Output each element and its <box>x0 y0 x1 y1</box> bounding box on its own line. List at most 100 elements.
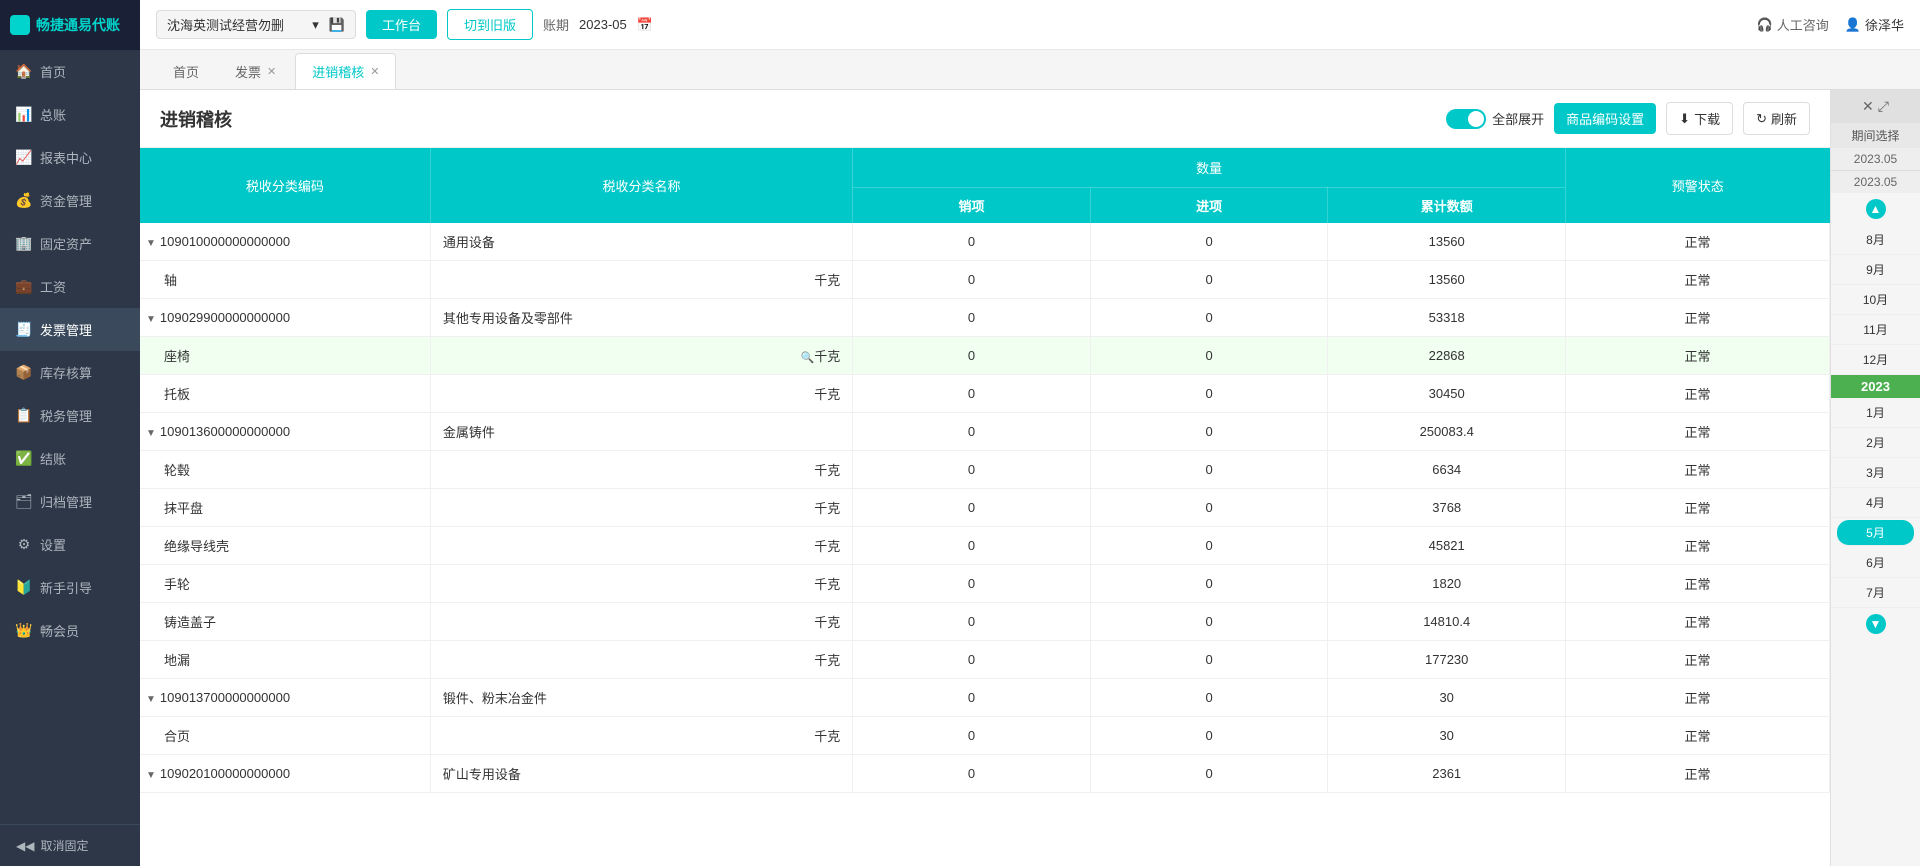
tab-reconcile[interactable]: 进销稽核 ✕ <box>295 53 396 89</box>
tab-reconcile-close[interactable]: ✕ <box>370 65 379 78</box>
user-info[interactable]: 👤 徐泽华 <box>1845 15 1904 34</box>
sidebar-item-home[interactable]: 🏠 首页 <box>0 50 140 93</box>
sidebar-item-invoice[interactable]: 🧾 发票管理 <box>0 308 140 351</box>
period-year-2023-top[interactable]: 2023.05 <box>1831 148 1920 170</box>
sidebar-item-archive[interactable]: 🗂 归档管理 <box>0 480 140 523</box>
period-year-2023-marker[interactable]: 2023 <box>1831 375 1920 398</box>
sidebar-item-settings[interactable]: ⚙ 设置 <box>0 523 140 566</box>
period-month-10[interactable]: 10月 <box>1831 285 1920 315</box>
period-month-6[interactable]: 6月 <box>1831 548 1920 578</box>
refresh-label: 刷新 <box>1771 109 1797 128</box>
period-month-2[interactable]: 2月 <box>1831 428 1920 458</box>
period-list: 2023.05 2023.05 ▲ 8月 9月 10月 11月 12月 2023… <box>1831 148 1920 866</box>
table-cell-purchase: 0 <box>1090 261 1328 299</box>
collapse-triangle[interactable]: ▼ <box>146 428 156 439</box>
company-selector[interactable]: 沈海英测试经营勿删 ▾ 💾 <box>156 10 356 39</box>
old-version-button[interactable]: 切到旧版 <box>447 9 533 40</box>
period-month-12[interactable]: 12月 <box>1831 345 1920 375</box>
sidebar-item-ledger[interactable]: 📊 总账 <box>0 93 140 136</box>
member-icon: 👑 <box>16 623 32 639</box>
sidebar-label-archive: 归档管理 <box>40 492 92 511</box>
table-cell-sales: 0 <box>853 299 1091 337</box>
period-up-button[interactable]: ▲ <box>1866 199 1886 219</box>
sidebar-item-payroll[interactable]: 💼 工资 <box>0 265 140 308</box>
period-month-1[interactable]: 1月 <box>1831 398 1920 428</box>
period-month-5[interactable]: 5月 <box>1837 520 1914 546</box>
table-row: 托板 千克 0 0 30450 正常 <box>140 375 1830 413</box>
sidebar-item-member[interactable]: 👑 畅会员 <box>0 609 140 652</box>
period-month-8[interactable]: 8月 <box>1831 225 1920 255</box>
user-icon: 👤 <box>1845 17 1861 33</box>
right-panel: ✕ ⤢ 期间选择 2023.05 2023.05 ▲ 8月 9月 10月 11月… <box>1830 90 1920 866</box>
company-name: 沈海英测试经营勿删 <box>167 15 306 34</box>
sidebar-label-ledger: 总账 <box>40 105 66 124</box>
sidebar-item-funds[interactable]: 💰 资金管理 <box>0 179 140 222</box>
collapse-triangle[interactable]: ▼ <box>146 770 156 781</box>
table-cell-purchase: 0 <box>1090 755 1328 793</box>
tax-icon: 📋 <box>16 408 32 424</box>
table-cell-total: 3768 <box>1328 489 1566 527</box>
th-tax-name: 税收分类名称 <box>430 148 852 223</box>
table-cell-name: 金属铸件 <box>430 413 852 451</box>
close-panel-icon[interactable]: ✕ <box>1862 98 1874 115</box>
th-purchase: 进项 <box>1090 188 1328 224</box>
period-title: 期间选择 <box>1831 123 1920 148</box>
invoice-icon: 🧾 <box>16 322 32 338</box>
table-cell-purchase: 0 <box>1090 565 1328 603</box>
refresh-button[interactable]: ↻ 刷新 <box>1743 102 1810 135</box>
tab-home[interactable]: 首页 <box>156 53 216 89</box>
period-month-11[interactable]: 11月 <box>1831 315 1920 345</box>
calendar-icon[interactable]: 📅 <box>637 17 653 33</box>
header-actions: 全部展开 商品编码设置 ⬇ 下载 ↻ 刷新 <box>1446 102 1810 135</box>
period-down-button[interactable]: ▼ <box>1866 614 1886 634</box>
period-month-7[interactable]: 7月 <box>1831 578 1920 608</box>
collapse-triangle[interactable]: ▼ <box>146 314 156 325</box>
collapse-triangle[interactable]: ▼ <box>146 238 156 249</box>
collapse-triangle[interactable]: ▼ <box>146 694 156 705</box>
sidebar-unpin-button[interactable]: ◀◀ 取消固定 <box>0 824 140 866</box>
workbench-button[interactable]: 工作台 <box>366 10 437 39</box>
sidebar-footer-label: 取消固定 <box>40 837 88 854</box>
expand-panel-icon[interactable]: ⤢ <box>1878 98 1889 115</box>
tab-invoice[interactable]: 发票 ✕ <box>218 53 293 89</box>
sidebar-label-member: 畅会员 <box>40 621 79 640</box>
period-month-4[interactable]: 4月 <box>1831 488 1920 518</box>
download-button[interactable]: ⬇ 下载 <box>1666 102 1733 135</box>
table-cell-unit: 千克 <box>430 717 852 755</box>
sidebar-item-reports[interactable]: 📈 报表中心 <box>0 136 140 179</box>
period-label: 账期 <box>543 15 569 34</box>
th-warning: 预警状态 <box>1565 148 1829 223</box>
table-cell-total: 13560 <box>1328 261 1566 299</box>
sidebar-item-guide[interactable]: 🔰 新手引导 <box>0 566 140 609</box>
table-cell-warning: 正常 <box>1565 527 1829 565</box>
funds-icon: 💰 <box>16 193 32 209</box>
logo-icon <box>10 15 30 35</box>
period-year-2023-top2[interactable]: 2023.05 <box>1831 170 1920 193</box>
period-month-3[interactable]: 3月 <box>1831 458 1920 488</box>
th-total: 累计数额 <box>1328 188 1566 224</box>
table-cell-sales: 0 <box>853 413 1091 451</box>
table-cell-sales: 0 <box>853 565 1091 603</box>
page-title: 进销稽核 <box>160 106 232 132</box>
search-icon[interactable]: 🔍 <box>801 352 815 364</box>
table-cell-name: 锻件、粉末冶金件 <box>430 679 852 717</box>
sidebar-item-settlement[interactable]: ✅ 结账 <box>0 437 140 480</box>
sidebar-item-inventory[interactable]: 📦 库存核算 <box>0 351 140 394</box>
period-month-9[interactable]: 9月 <box>1831 255 1920 285</box>
sidebar-label-assets: 固定资产 <box>40 234 92 253</box>
table-cell-warning: 正常 <box>1565 603 1829 641</box>
customer-service-button[interactable]: 🎧 人工咨询 <box>1757 15 1829 34</box>
tab-invoice-close[interactable]: ✕ <box>267 65 276 78</box>
table-row: 座椅 🔍千克 0 0 22868 正常 <box>140 337 1830 375</box>
table-row: 抹平盘 千克 0 0 3768 正常 <box>140 489 1830 527</box>
table-row: ▼109010000000000000 通用设备 0 0 13560 正常 <box>140 223 1830 261</box>
table-cell-total: 14810.4 <box>1328 603 1566 641</box>
sidebar-item-tax[interactable]: 📋 税务管理 <box>0 394 140 437</box>
table-cell-code: ▼109029900000000000 <box>140 299 430 337</box>
table-row: 绝缘导线壳 千克 0 0 45821 正常 <box>140 527 1830 565</box>
product-code-button[interactable]: 商品编码设置 <box>1554 103 1656 134</box>
expand-all-toggle[interactable] <box>1446 109 1486 129</box>
table-row: 手轮 千克 0 0 1820 正常 <box>140 565 1830 603</box>
sidebar-item-assets[interactable]: 🏢 固定资产 <box>0 222 140 265</box>
th-tax-code: 税收分类编码 <box>140 148 430 223</box>
